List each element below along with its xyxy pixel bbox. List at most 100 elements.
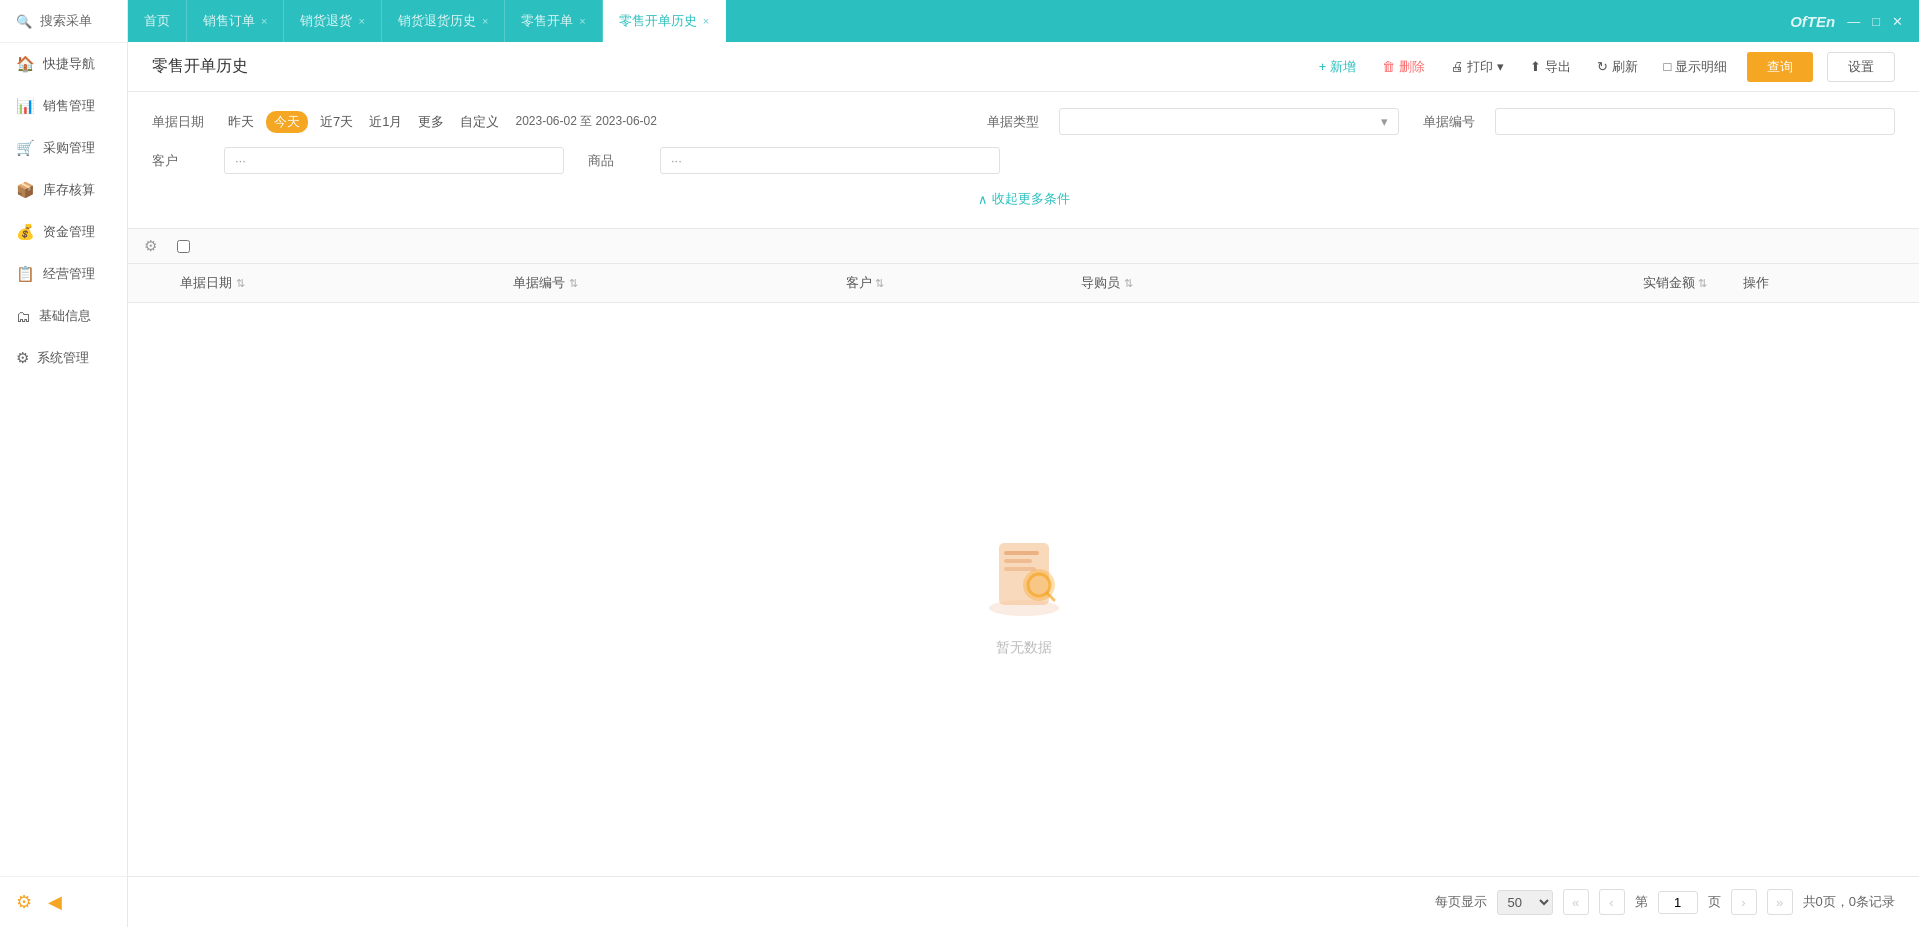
window-maximize-icon[interactable]: □	[1872, 14, 1880, 29]
date-opt-more[interactable]: 更多	[414, 111, 448, 133]
query-button[interactable]: 查询	[1747, 52, 1813, 82]
page-header: 零售开单历史 + 新增 🗑 删除 🖨 打印 ▾ ⬆ 导出 ↻ 刷新	[128, 42, 1919, 92]
prev-page-button[interactable]: ‹	[1599, 889, 1625, 915]
page-suffix-label: 页	[1708, 893, 1721, 911]
sidebar-search[interactable]: 🔍 搜索采单	[0, 0, 127, 43]
tab-retail-open-label: 零售开单	[521, 12, 573, 30]
tab-sales-return-label: 销货退货	[300, 12, 352, 30]
tab-sales-return-history-label: 销货退货历史	[398, 12, 476, 30]
col-action: 操作	[1731, 264, 1919, 303]
tab-sales-return[interactable]: 销货退货 ×	[284, 0, 381, 42]
tab-sales-return-history-close[interactable]: ×	[482, 15, 488, 27]
date-opt-yesterday[interactable]: 昨天	[224, 111, 258, 133]
sidebar-item-finance[interactable]: 💰 资金管理	[0, 211, 127, 253]
tab-retail-open-close[interactable]: ×	[579, 15, 585, 27]
sidebar-item-inventory[interactable]: 📦 库存核算	[0, 169, 127, 211]
tab-sales-return-close[interactable]: ×	[358, 15, 364, 27]
bill-type-select[interactable]: ▾	[1059, 108, 1399, 135]
sidebar-label-finance: 资金管理	[43, 223, 95, 241]
sidebar-label-sales-mgmt: 销售管理	[43, 97, 95, 115]
date-opt-custom[interactable]: 自定义	[456, 111, 503, 133]
delete-label: 🗑 删除	[1382, 58, 1425, 76]
goods-select[interactable]: ···	[660, 147, 1000, 174]
new-button[interactable]: + 新增	[1313, 54, 1362, 80]
svg-rect-3	[1004, 559, 1032, 563]
svg-rect-2	[1004, 551, 1039, 555]
sidebar-item-operations[interactable]: 📋 经营管理	[0, 253, 127, 295]
customer-select[interactable]: ···	[224, 147, 564, 174]
new-label: + 新增	[1319, 58, 1356, 76]
pagination: 每页显示 50 10 20 100 « ‹ 第 页 › » 共0页，0条记录	[128, 876, 1919, 927]
tab-sales-return-history[interactable]: 销货退货历史 ×	[382, 0, 505, 42]
bill-no-label: 单据编号	[1423, 113, 1495, 131]
tab-retail-history[interactable]: 零售开单历史 ×	[603, 0, 726, 42]
print-dropdown-icon[interactable]: ▾	[1497, 59, 1504, 74]
sidebar: 🔍 搜索采单 🏠 快捷导航 📊 销售管理 🛒 采购管理 📦 库存核算 💰 资金管…	[0, 0, 128, 927]
collapse-sidebar-icon[interactable]: ◀	[48, 891, 62, 913]
bill-type-dropdown-icon: ▾	[1381, 114, 1388, 129]
refresh-button[interactable]: ↻ 刷新	[1591, 54, 1644, 80]
date-opt-1month[interactable]: 近1月	[365, 111, 406, 133]
tab-sales-order[interactable]: 销售订单 ×	[187, 0, 284, 42]
sidebar-item-sales-mgmt[interactable]: 📊 销售管理	[0, 85, 127, 127]
settings-bottom-icon[interactable]: ⚙	[16, 891, 32, 913]
tab-retail-open[interactable]: 零售开单 ×	[505, 0, 602, 42]
display-detail-button[interactable]: □ 显示明细	[1658, 54, 1733, 80]
home-icon: 🏠	[16, 55, 35, 73]
purchase-icon: 🛒	[16, 139, 35, 157]
per-page-select[interactable]: 50 10 20 100	[1497, 890, 1553, 915]
last-page-button[interactable]: »	[1767, 889, 1793, 915]
data-table: 单据日期 ⇅ 单据编号 ⇅ 客户 ⇅ 导购员	[128, 264, 1919, 303]
page-number-input[interactable]	[1658, 891, 1698, 914]
tab-sales-order-close[interactable]: ×	[261, 15, 267, 27]
delete-button[interactable]: 🗑 删除	[1376, 54, 1431, 80]
col-salesperson[interactable]: 导购员 ⇅	[1069, 264, 1353, 303]
col-date-sort: ⇅	[236, 277, 245, 289]
first-page-button[interactable]: «	[1563, 889, 1589, 915]
table-wrapper: ⚙ 单据日期 ⇅ 单据编号 ⇅	[128, 229, 1919, 876]
filter-area: 单据日期 昨天 今天 近7天 近1月 更多 自定义 2023-06-02 至 2…	[128, 92, 1919, 229]
select-all-checkbox[interactable]	[177, 240, 190, 253]
sidebar-label-purchase-mgmt: 采购管理	[43, 139, 95, 157]
window-close-button[interactable]: ✕	[1892, 14, 1903, 29]
col-customer-label: 客户	[846, 275, 872, 290]
table-toolbar: ⚙	[128, 229, 1919, 264]
bill-type-label: 单据类型	[987, 113, 1059, 131]
page-title: 零售开单历史	[152, 56, 248, 77]
tab-home[interactable]: 首页	[128, 0, 187, 42]
basic-info-icon: 🗂	[16, 308, 31, 325]
sidebar-item-sys-mgmt[interactable]: ⚙ 系统管理	[0, 337, 127, 379]
col-no[interactable]: 单据编号 ⇅	[501, 264, 834, 303]
col-customer[interactable]: 客户 ⇅	[834, 264, 1069, 303]
tab-retail-history-label: 零售开单历史	[619, 12, 697, 30]
main-area: 首页 销售订单 × 销货退货 × 销货退货历史 × 零售开单 × 零售开单历史 …	[128, 0, 1919, 927]
brand-label: OfTEn	[1790, 13, 1835, 30]
table-settings-icon[interactable]: ⚙	[144, 237, 157, 255]
date-opt-today[interactable]: 今天	[266, 111, 308, 133]
sidebar-item-quick-nav[interactable]: 🏠 快捷导航	[0, 43, 127, 85]
collapse-more-button[interactable]: ∧ 收起更多条件	[978, 186, 1070, 212]
inventory-icon: 📦	[16, 181, 35, 199]
window-close-icon[interactable]: —	[1847, 14, 1860, 29]
sidebar-item-purchase-mgmt[interactable]: 🛒 采购管理	[0, 127, 127, 169]
date-opt-7days[interactable]: 近7天	[316, 111, 357, 133]
sidebar-label-quick-nav: 快捷导航	[43, 55, 95, 73]
tab-retail-history-close[interactable]: ×	[703, 15, 709, 27]
sidebar-item-basic-info[interactable]: 🗂 基础信息	[0, 295, 127, 337]
print-button[interactable]: 🖨 打印 ▾	[1445, 54, 1511, 80]
refresh-label: ↻ 刷新	[1597, 58, 1638, 76]
col-amount[interactable]: 实销金额 ⇅	[1353, 264, 1731, 303]
next-page-button[interactable]: ›	[1731, 889, 1757, 915]
bill-no-input[interactable]	[1495, 108, 1895, 135]
settings-button[interactable]: 设置	[1827, 52, 1895, 82]
toolbar: + 新增 🗑 删除 🖨 打印 ▾ ⬆ 导出 ↻ 刷新 □ 显示明细	[1313, 52, 1895, 82]
export-button[interactable]: ⬆ 导出	[1524, 54, 1577, 80]
sidebar-label-inventory: 库存核算	[43, 181, 95, 199]
col-date[interactable]: 单据日期 ⇅	[168, 264, 501, 303]
sidebar-bottom: ⚙ ◀	[0, 876, 127, 927]
empty-text: 暂无数据	[996, 639, 1052, 657]
col-no-label: 单据编号	[513, 275, 565, 290]
filter-row-collapse: ∧ 收起更多条件	[152, 186, 1895, 212]
content-area: 零售开单历史 + 新增 🗑 删除 🖨 打印 ▾ ⬆ 导出 ↻ 刷新	[128, 42, 1919, 927]
sidebar-label-basic-info: 基础信息	[39, 307, 91, 325]
